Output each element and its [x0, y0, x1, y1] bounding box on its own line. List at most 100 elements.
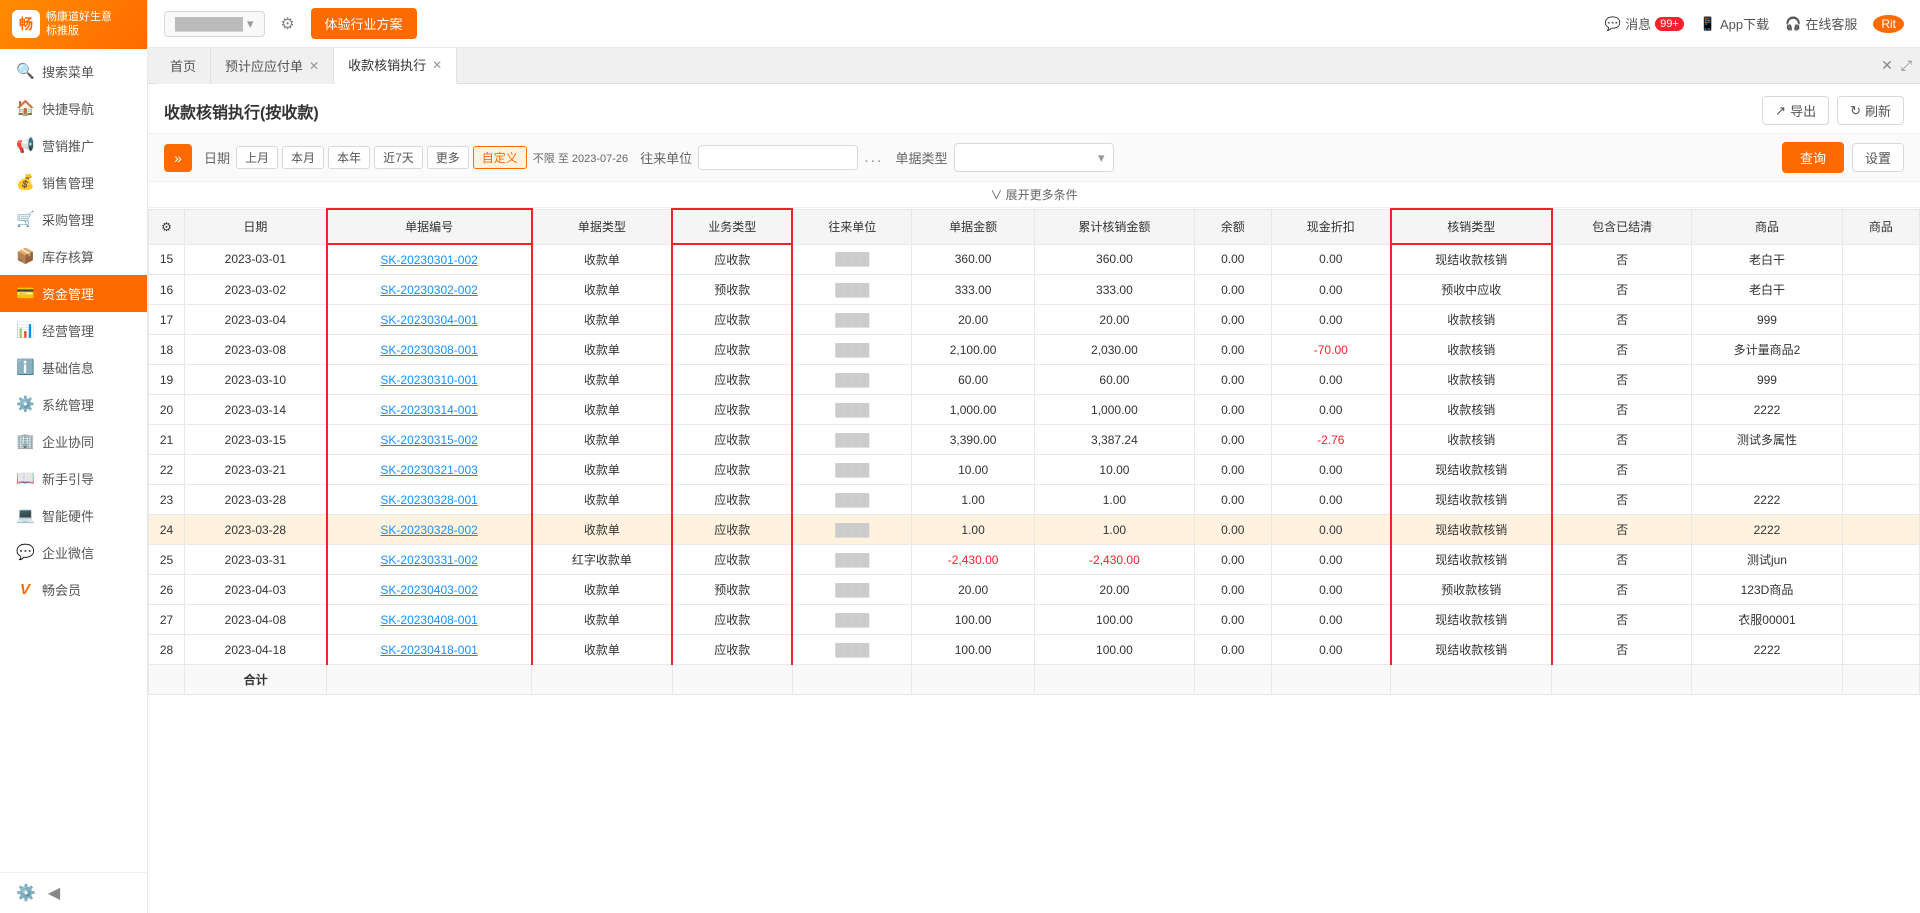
cell-voucher-no[interactable]: SK-20230304-001 — [327, 305, 532, 335]
table-row: 272023-04-08SK-20230408-001收款单应收款████100… — [149, 605, 1920, 635]
date-btn-custom[interactable]: 自定义 — [473, 146, 527, 169]
refresh-button[interactable]: ↻ 刷新 — [1837, 96, 1904, 125]
tab-close-all-icon[interactable]: ✕ — [1881, 57, 1893, 74]
sidebar-item-corp[interactable]: 🏢企业协同 — [0, 423, 147, 460]
th-cash-discount[interactable]: 现金折扣 — [1271, 209, 1390, 244]
sidebar-item-operation[interactable]: 📊经营管理 — [0, 312, 147, 349]
th-partner[interactable]: 往来单位 — [792, 209, 911, 244]
sidebar-item-purchase[interactable]: 🛒采购管理 — [0, 201, 147, 238]
tab-receivable[interactable]: 预计应应付单 ✕ — [211, 48, 334, 84]
solution-button[interactable]: 体验行业方案 — [311, 8, 417, 39]
cell-date: 2023-03-31 — [185, 545, 327, 575]
tab-expand-icon[interactable]: ⤢ — [1901, 57, 1912, 74]
footer-cell — [149, 665, 185, 695]
table-row: 212023-03-15SK-20230315-002收款单应收款████3,3… — [149, 425, 1920, 455]
th-voucher-no[interactable]: 单据编号 — [327, 209, 532, 244]
app-icon: 📱 — [1700, 16, 1716, 32]
sidebar-item-basic[interactable]: ℹ️基础信息 — [0, 349, 147, 386]
filter-expand-button[interactable]: » — [164, 144, 192, 172]
cell-no: 23 — [149, 485, 185, 515]
th-gear[interactable]: ⚙ — [149, 209, 185, 244]
cell-voucher-no[interactable]: SK-20230314-001 — [327, 395, 532, 425]
th-balance[interactable]: 余额 — [1194, 209, 1271, 244]
query-button[interactable]: 查询 — [1782, 142, 1844, 173]
topbar-gear-button[interactable]: ⚙ — [273, 9, 303, 39]
tab-home[interactable]: 首页 — [156, 48, 211, 84]
setting-button[interactable]: 设置 — [1852, 143, 1904, 172]
cell-no: 16 — [149, 275, 185, 305]
sidebar-item-wechat[interactable]: 💬企业微信 — [0, 534, 147, 571]
th-date[interactable]: 日期 — [185, 209, 327, 244]
service-button[interactable]: 🎧 在线客服 — [1785, 14, 1857, 33]
tab-receivable-close[interactable]: ✕ — [309, 59, 319, 73]
app-download-button[interactable]: 📱 App下载 — [1700, 14, 1769, 33]
sidebar-item-quicknav[interactable]: 🏠快捷导航 — [0, 90, 147, 127]
messages-button[interactable]: 💬 消息 99+ — [1605, 14, 1684, 33]
cell-voucher-no[interactable]: SK-20230302-002 — [327, 275, 532, 305]
table-footer-row: 合计 — [149, 665, 1920, 695]
date-btn-this-year[interactable]: 本年 — [328, 146, 370, 169]
cell-cash-discount: 0.00 — [1271, 635, 1390, 665]
filter-partner-input[interactable] — [698, 145, 858, 170]
table-row: 152023-03-01SK-20230301-002收款单应收款████360… — [149, 244, 1920, 275]
cell-voucher-no[interactable]: SK-20230315-002 — [327, 425, 532, 455]
cell-voucher-no[interactable]: SK-20230403-002 — [327, 575, 532, 605]
sidebar-item-system[interactable]: ⚙️系统管理 — [0, 386, 147, 423]
cell-voucher-no[interactable]: SK-20230328-001 — [327, 485, 532, 515]
cell-voucher-no[interactable]: SK-20230408-001 — [327, 605, 532, 635]
cell-include-settled: 否 — [1552, 545, 1692, 575]
cell-voucher-no[interactable]: SK-20230328-002 — [327, 515, 532, 545]
cell-voucher-no[interactable]: SK-20230418-001 — [327, 635, 532, 665]
sidebar-item-search[interactable]: 🔍搜索菜单 — [0, 53, 147, 90]
cell-amount: 60.00 — [912, 365, 1035, 395]
tab-writeoff[interactable]: 收款核销执行 ✕ — [334, 48, 457, 84]
sidebar-item-member[interactable]: V畅会员 — [0, 571, 147, 608]
th-product1[interactable]: 商品 — [1692, 209, 1842, 244]
cell-amount: 1,000.00 — [912, 395, 1035, 425]
card-icon: 💳 — [16, 284, 34, 302]
date-btn-last-month[interactable]: 上月 — [236, 146, 278, 169]
topbar-select[interactable]: ████████ ▾ — [164, 11, 265, 37]
cell-biz-type: 应收款 — [672, 395, 792, 425]
th-voucher-type[interactable]: 单据类型 — [532, 209, 673, 244]
user-avatar[interactable]: Rit — [1873, 15, 1904, 33]
sidebar-item-guide[interactable]: 📖新手引导 — [0, 460, 147, 497]
cell-voucher-no[interactable]: SK-20230331-002 — [327, 545, 532, 575]
th-amount[interactable]: 单据金额 — [912, 209, 1035, 244]
cell-voucher-no[interactable]: SK-20230308-001 — [327, 335, 532, 365]
cell-voucher-type: 收款单 — [532, 455, 673, 485]
date-btn-7days[interactable]: 近7天 — [374, 146, 423, 169]
collapse-icon[interactable]: ◀ — [48, 883, 60, 903]
sidebar-item-finance[interactable]: 💳资金管理 — [0, 275, 147, 312]
sidebar-logo: 畅 畅康道好生意 标推版 — [0, 0, 147, 49]
cell-no: 19 — [149, 365, 185, 395]
th-cumulative[interactable]: 累计核销金额 — [1035, 209, 1195, 244]
sidebar-item-sales[interactable]: 💰销售管理 — [0, 164, 147, 201]
cell-voucher-type: 收款单 — [532, 365, 673, 395]
column-settings-icon[interactable]: ⚙ — [161, 220, 172, 234]
th-writeoff-type[interactable]: 核销类型 — [1391, 209, 1552, 244]
tab-writeoff-close[interactable]: ✕ — [432, 58, 442, 72]
th-product2[interactable]: 商品 — [1842, 209, 1919, 244]
settings-icon[interactable]: ⚙️ — [16, 883, 36, 903]
cell-product1: 999 — [1692, 305, 1842, 335]
cell-include-settled: 否 — [1552, 425, 1692, 455]
cell-voucher-no[interactable]: SK-20230310-001 — [327, 365, 532, 395]
cell-voucher-type: 红字收款单 — [532, 545, 673, 575]
sidebar-item-marketing[interactable]: 📢营销推广 — [0, 127, 147, 164]
th-include-settled[interactable]: 包含已结清 — [1552, 209, 1692, 244]
th-biz-type[interactable]: 业务类型 — [672, 209, 792, 244]
date-btn-more[interactable]: 更多 — [427, 146, 469, 169]
cell-balance: 0.00 — [1194, 275, 1271, 305]
cell-voucher-no[interactable]: SK-20230321-003 — [327, 455, 532, 485]
filter-voucher-select[interactable]: ▾ — [954, 143, 1114, 172]
cell-voucher-no[interactable]: SK-20230301-002 — [327, 244, 532, 275]
cell-product1: 2222 — [1692, 635, 1842, 665]
sidebar-logo-text: 畅康道好生意 标推版 — [46, 10, 112, 39]
cell-amount: 360.00 — [912, 244, 1035, 275]
sidebar-item-hardware[interactable]: 💻智能硬件 — [0, 497, 147, 534]
expand-more-row[interactable]: ∨ 展开更多条件 — [148, 182, 1920, 208]
date-btn-this-month[interactable]: 本月 — [282, 146, 324, 169]
sidebar-item-inventory[interactable]: 📦库存核算 — [0, 238, 147, 275]
export-button[interactable]: ↗ 导出 — [1762, 96, 1829, 125]
